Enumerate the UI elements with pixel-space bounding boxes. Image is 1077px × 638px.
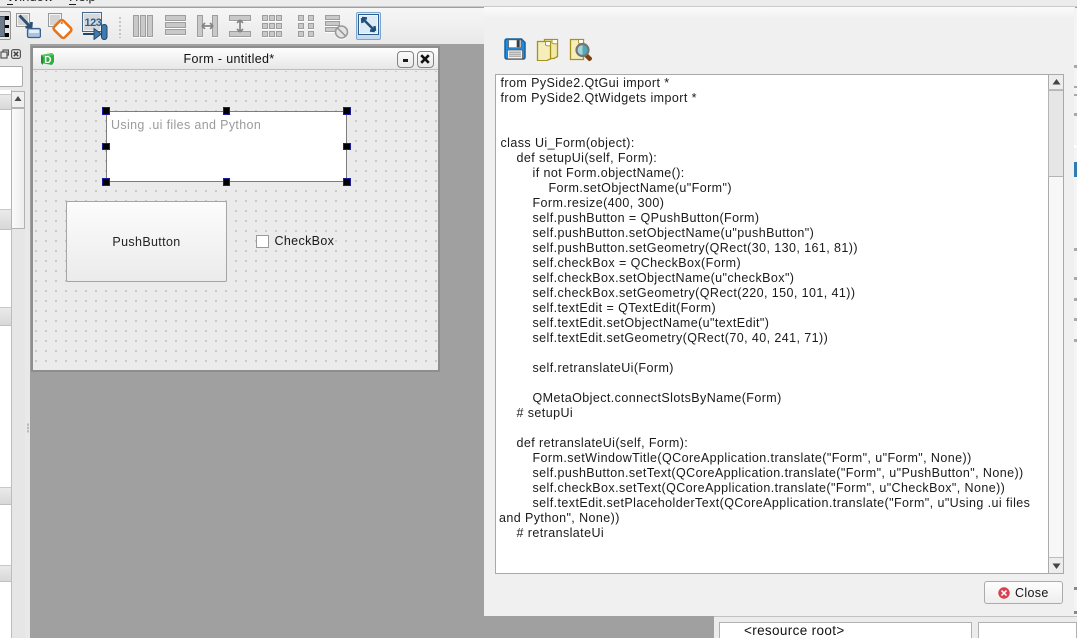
svg-text:123: 123 xyxy=(85,17,102,29)
